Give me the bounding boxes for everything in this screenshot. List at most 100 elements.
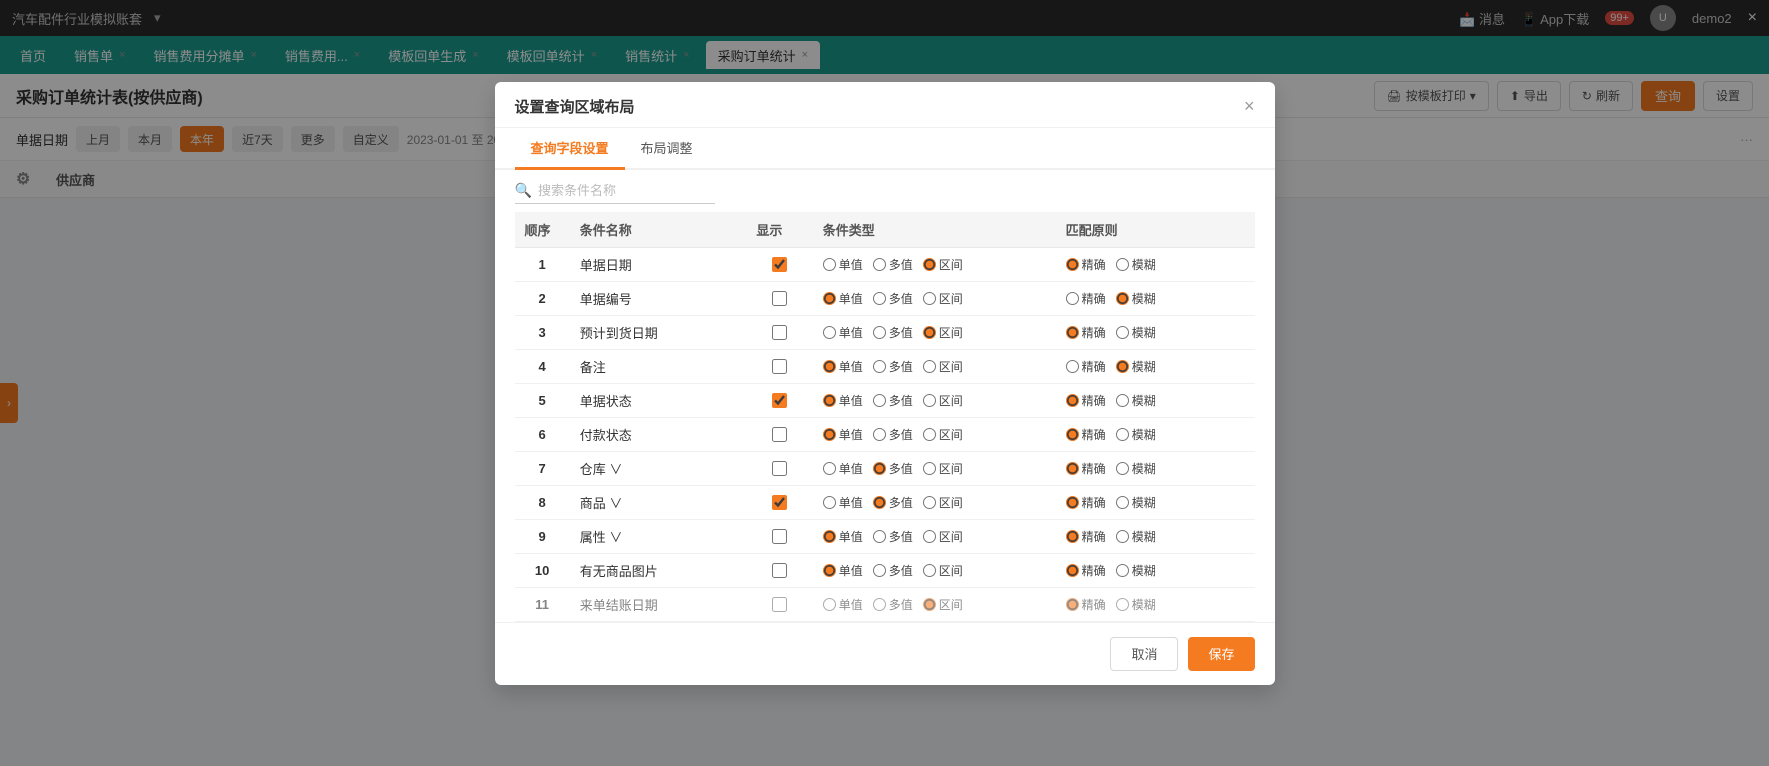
row-show-checkbox[interactable]: [772, 495, 787, 510]
radio-type-item[interactable]: 区间: [923, 562, 963, 579]
radio-type-单值[interactable]: [823, 292, 836, 305]
radio-rule-item[interactable]: 模糊: [1116, 290, 1156, 307]
modal-tab-layout[interactable]: 布局调整: [625, 128, 709, 170]
row-show-checkbox[interactable]: [772, 393, 787, 408]
radio-type-item[interactable]: 单值: [823, 528, 863, 545]
radio-type-多值[interactable]: [873, 598, 886, 611]
radio-rule-模糊[interactable]: [1116, 462, 1129, 475]
radio-rule-item[interactable]: 模糊: [1116, 426, 1156, 443]
radio-type-多值[interactable]: [873, 428, 886, 441]
radio-type-多值[interactable]: [873, 292, 886, 305]
radio-rule-模糊[interactable]: [1116, 564, 1129, 577]
radio-type-区间[interactable]: [923, 496, 936, 509]
radio-rule-item[interactable]: 模糊: [1116, 358, 1156, 375]
radio-type-item[interactable]: 多值: [873, 426, 913, 443]
radio-rule-item[interactable]: 模糊: [1116, 596, 1156, 613]
radio-type-单值[interactable]: [823, 462, 836, 475]
radio-type-item[interactable]: 多值: [873, 392, 913, 409]
row-show-checkbox[interactable]: [772, 563, 787, 578]
radio-type-item[interactable]: 多值: [873, 358, 913, 375]
radio-type-item[interactable]: 区间: [923, 460, 963, 477]
row-show-checkbox[interactable]: [772, 529, 787, 544]
radio-rule-模糊[interactable]: [1116, 292, 1129, 305]
radio-type-item[interactable]: 区间: [923, 256, 963, 273]
radio-type-区间[interactable]: [923, 462, 936, 475]
radio-rule-精确[interactable]: [1066, 326, 1079, 339]
radio-type-多值[interactable]: [873, 564, 886, 577]
radio-type-多值[interactable]: [873, 394, 886, 407]
radio-type-item[interactable]: 单值: [823, 426, 863, 443]
radio-type-单值[interactable]: [823, 360, 836, 373]
radio-rule-精确[interactable]: [1066, 292, 1079, 305]
radio-rule-item[interactable]: 精确: [1066, 494, 1106, 511]
radio-type-item[interactable]: 单值: [823, 392, 863, 409]
radio-rule-模糊[interactable]: [1116, 360, 1129, 373]
radio-rule-item[interactable]: 精确: [1066, 256, 1106, 273]
radio-rule-模糊[interactable]: [1116, 496, 1129, 509]
radio-rule-item[interactable]: 精确: [1066, 426, 1106, 443]
radio-type-区间[interactable]: [923, 530, 936, 543]
radio-type-item[interactable]: 单值: [823, 494, 863, 511]
radio-type-item[interactable]: 多值: [873, 494, 913, 511]
radio-rule-item[interactable]: 精确: [1066, 596, 1106, 613]
radio-rule-item[interactable]: 模糊: [1116, 392, 1156, 409]
radio-type-item[interactable]: 区间: [923, 324, 963, 341]
radio-rule-精确[interactable]: [1066, 394, 1079, 407]
radio-type-item[interactable]: 单值: [823, 290, 863, 307]
row-show-checkbox[interactable]: [772, 325, 787, 340]
radio-rule-item[interactable]: 精确: [1066, 392, 1106, 409]
radio-rule-item[interactable]: 精确: [1066, 528, 1106, 545]
radio-rule-item[interactable]: 模糊: [1116, 528, 1156, 545]
radio-type-区间[interactable]: [923, 292, 936, 305]
row-show-checkbox[interactable]: [772, 359, 787, 374]
radio-type-item[interactable]: 区间: [923, 528, 963, 545]
radio-type-item[interactable]: 多值: [873, 460, 913, 477]
radio-rule-item[interactable]: 精确: [1066, 290, 1106, 307]
row-show-checkbox[interactable]: [772, 461, 787, 476]
radio-type-区间[interactable]: [923, 394, 936, 407]
radio-rule-模糊[interactable]: [1116, 598, 1129, 611]
radio-rule-item[interactable]: 精确: [1066, 460, 1106, 477]
row-show-checkbox[interactable]: [772, 427, 787, 442]
radio-type-区间[interactable]: [923, 258, 936, 271]
radio-rule-模糊[interactable]: [1116, 258, 1129, 271]
radio-rule-精确[interactable]: [1066, 428, 1079, 441]
row-show-checkbox[interactable]: [772, 291, 787, 306]
radio-rule-item[interactable]: 模糊: [1116, 256, 1156, 273]
radio-type-item[interactable]: 区间: [923, 392, 963, 409]
radio-rule-精确[interactable]: [1066, 598, 1079, 611]
radio-type-item[interactable]: 区间: [923, 426, 963, 443]
radio-type-区间[interactable]: [923, 428, 936, 441]
radio-type-单值[interactable]: [823, 258, 836, 271]
radio-type-item[interactable]: 单值: [823, 358, 863, 375]
radio-type-item[interactable]: 单值: [823, 324, 863, 341]
radio-type-item[interactable]: 单值: [823, 596, 863, 613]
radio-type-单值[interactable]: [823, 496, 836, 509]
radio-rule-精确[interactable]: [1066, 564, 1079, 577]
modal-close-btn[interactable]: ×: [1244, 96, 1255, 117]
search-input[interactable]: [538, 183, 698, 198]
radio-type-item[interactable]: 单值: [823, 256, 863, 273]
modal-tab-query[interactable]: 查询字段设置: [515, 128, 625, 170]
radio-type-item[interactable]: 多值: [873, 290, 913, 307]
radio-rule-item[interactable]: 精确: [1066, 562, 1106, 579]
radio-type-多值[interactable]: [873, 258, 886, 271]
radio-type-item[interactable]: 多值: [873, 324, 913, 341]
radio-type-单值[interactable]: [823, 598, 836, 611]
radio-type-单值[interactable]: [823, 564, 836, 577]
radio-rule-模糊[interactable]: [1116, 428, 1129, 441]
radio-type-item[interactable]: 多值: [873, 596, 913, 613]
radio-type-区间[interactable]: [923, 360, 936, 373]
radio-type-区间[interactable]: [923, 326, 936, 339]
radio-type-多值[interactable]: [873, 530, 886, 543]
radio-rule-精确[interactable]: [1066, 530, 1079, 543]
radio-rule-精确[interactable]: [1066, 258, 1079, 271]
radio-type-多值[interactable]: [873, 496, 886, 509]
radio-type-item[interactable]: 单值: [823, 460, 863, 477]
radio-type-多值[interactable]: [873, 360, 886, 373]
cancel-btn[interactable]: 取消: [1110, 637, 1178, 671]
radio-type-区间[interactable]: [923, 598, 936, 611]
radio-type-item[interactable]: 单值: [823, 562, 863, 579]
radio-type-单值[interactable]: [823, 326, 836, 339]
radio-rule-item[interactable]: 模糊: [1116, 494, 1156, 511]
